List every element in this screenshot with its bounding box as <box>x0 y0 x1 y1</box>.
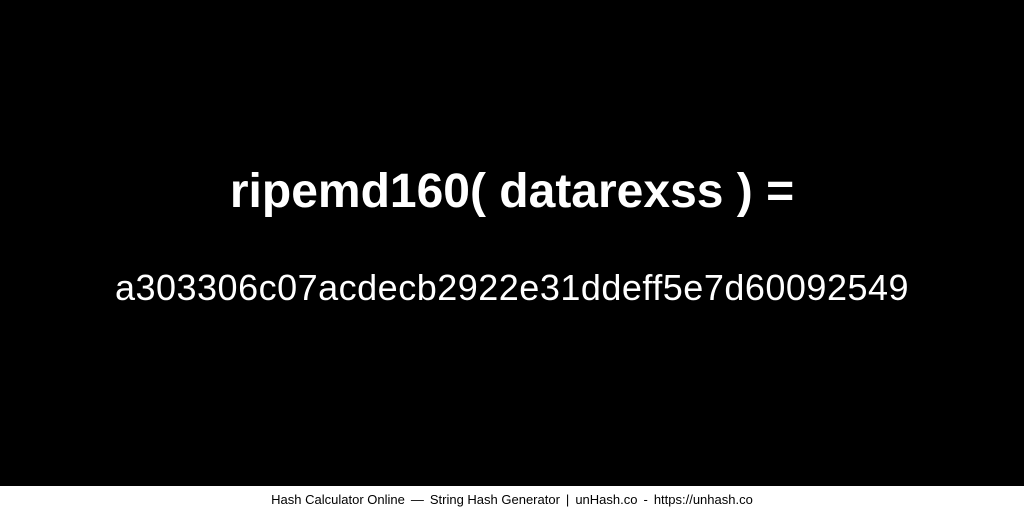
footer-text-calculator: Hash Calculator Online <box>271 492 405 507</box>
footer-separator-hyphen: - <box>643 492 647 507</box>
main-content: ripemd160( datarexss ) = a303306c07acdec… <box>0 0 1024 512</box>
footer-bar: Hash Calculator Online — String Hash Gen… <box>0 486 1024 512</box>
footer-separator-dash: — <box>411 492 424 507</box>
footer-text-url: https://unhash.co <box>654 492 753 507</box>
footer-separator-pipe: | <box>566 492 569 507</box>
footer-text-generator: String Hash Generator <box>430 492 560 507</box>
hash-output-value: a303306c07acdecb2922e31ddeff5e7d60092549 <box>115 267 909 309</box>
footer-text-brand: unHash.co <box>575 492 637 507</box>
hash-expression-heading: ripemd160( datarexss ) = <box>230 164 794 219</box>
